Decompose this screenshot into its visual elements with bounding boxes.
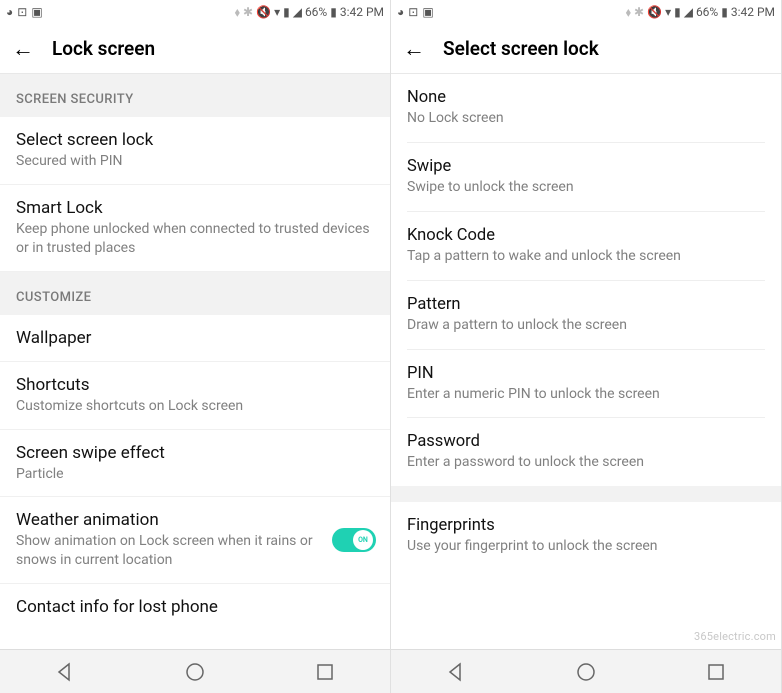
nav-bar — [0, 649, 390, 693]
status-right-icons: ⬧ ✱ 🔇 ▾ ▮ ◢ 66% ▮ 3:42 PM — [235, 5, 384, 20]
battery-icon: ▮ — [721, 5, 728, 19]
message-icon: ⊡ — [408, 5, 418, 19]
item-subtitle: Particle — [16, 465, 374, 484]
watermark: 365electric.com — [694, 630, 776, 643]
item-title: PIN — [407, 364, 765, 383]
item-contact-info[interactable]: Contact info for lost phone — [0, 584, 390, 630]
item-title: Password — [407, 432, 765, 451]
item-title: None — [407, 88, 765, 107]
item-fingerprints[interactable]: Fingerprints Use your fingerprint to unl… — [391, 502, 781, 570]
nav-back-icon[interactable] — [445, 661, 467, 683]
item-knock-code[interactable]: Knock Code Tap a pattern to wake and unl… — [407, 212, 765, 280]
toggle-knob: ON — [353, 530, 373, 550]
item-subtitle: Show animation on Lock screen when it ra… — [16, 532, 320, 570]
phone-left: ◕ ⊡ ▣ ⬧ ✱ 🔇 ▾ ▮ ◢ 66% ▮ 3:42 PM ← Lock s… — [0, 0, 391, 693]
signal-icon: ◢ — [293, 5, 302, 19]
app-bar: ← Lock screen — [0, 24, 390, 74]
item-title: Fingerprints — [407, 516, 765, 535]
status-bar: ◕ ⊡ ▣ ⬧ ✱ 🔇 ▾ ▮ ◢ 66% ▮ 3:42 PM — [0, 0, 390, 24]
item-swipe[interactable]: Swipe Swipe to unlock the screen — [407, 143, 765, 211]
status-right-icons: ⬧ ✱ 🔇 ▾ ▮ ◢ 66% ▮ 3:42 PM — [626, 5, 775, 20]
phone-right: ◕ ⊡ ▣ ⬧ ✱ 🔇 ▾ ▮ ◢ 66% ▮ 3:42 PM ← Select… — [391, 0, 782, 693]
back-icon[interactable]: ← — [12, 36, 34, 62]
item-subtitle: Swipe to unlock the screen — [407, 178, 765, 197]
nav-recent-icon[interactable] — [314, 661, 336, 683]
item-pattern[interactable]: Pattern Draw a pattern to unlock the scr… — [407, 281, 765, 349]
location-icon: ⬧ — [235, 5, 240, 20]
battery-text: 66% — [696, 5, 718, 19]
message-icon: ⊡ — [17, 5, 27, 19]
battery-text: 66% — [305, 5, 327, 19]
nav-home-icon[interactable] — [575, 661, 597, 683]
signal-icon: ◢ — [684, 5, 693, 19]
item-subtitle: Draw a pattern to unlock the screen — [407, 316, 765, 335]
clock-app-icon: ◕ — [397, 5, 404, 19]
data-icon: ▮ — [674, 5, 681, 19]
item-weather-animation[interactable]: Weather animation Show animation on Lock… — [0, 497, 390, 584]
item-subtitle: Tap a pattern to wake and unlock the scr… — [407, 247, 765, 266]
nav-back-icon[interactable] — [54, 661, 76, 683]
location-icon: ⬧ — [626, 5, 631, 20]
toggle-switch[interactable]: ON — [332, 528, 376, 552]
mute-icon: 🔇 — [647, 5, 662, 19]
item-subtitle: Use your fingerprint to unlock the scree… — [407, 537, 765, 556]
item-title: Shortcuts — [16, 375, 374, 395]
nav-home-icon[interactable] — [184, 661, 206, 683]
image-icon: ▣ — [31, 5, 42, 19]
item-title: Knock Code — [407, 226, 765, 245]
settings-list: SCREEN SECURITY Select screen lock Secur… — [0, 74, 390, 649]
item-shortcuts[interactable]: Shortcuts Customize shortcuts on Lock sc… — [0, 362, 390, 430]
item-wallpaper[interactable]: Wallpaper — [0, 315, 390, 362]
app-bar: ← Select screen lock — [391, 24, 781, 74]
back-icon[interactable]: ← — [403, 36, 425, 62]
section-header-customize: CUSTOMIZE — [0, 272, 390, 315]
section-gap — [391, 486, 781, 502]
item-title: Weather animation — [16, 510, 320, 530]
item-none[interactable]: None No Lock screen — [407, 74, 765, 142]
page-title: Select screen lock — [443, 37, 599, 60]
item-title: Contact info for lost phone — [16, 597, 374, 617]
item-subtitle: Enter a numeric PIN to unlock the screen — [407, 385, 765, 404]
status-left-icons: ◕ ⊡ ▣ — [397, 5, 434, 19]
image-icon: ▣ — [422, 5, 433, 19]
data-icon: ▮ — [283, 5, 290, 19]
item-title: Wallpaper — [16, 328, 374, 348]
bluetooth-icon: ✱ — [634, 5, 644, 19]
status-bar: ◕ ⊡ ▣ ⬧ ✱ 🔇 ▾ ▮ ◢ 66% ▮ 3:42 PM — [391, 0, 781, 24]
wifi-icon: ▾ — [274, 5, 280, 19]
wifi-icon: ▾ — [665, 5, 671, 19]
item-title: Pattern — [407, 295, 765, 314]
item-screen-swipe-effect[interactable]: Screen swipe effect Particle — [0, 430, 390, 498]
clock-app-icon: ◕ — [6, 5, 13, 19]
item-subtitle: Customize shortcuts on Lock screen — [16, 397, 374, 416]
nav-recent-icon[interactable] — [705, 661, 727, 683]
item-title: Select screen lock — [16, 130, 374, 150]
mute-icon: 🔇 — [256, 5, 271, 19]
lock-options-list: None No Lock screen Swipe Swipe to unloc… — [391, 74, 781, 649]
clock-text: 3:42 PM — [340, 5, 384, 19]
clock-text: 3:42 PM — [731, 5, 775, 19]
item-title: Swipe — [407, 157, 765, 176]
status-left-icons: ◕ ⊡ ▣ — [6, 5, 43, 19]
item-subtitle: Secured with PIN — [16, 152, 374, 171]
item-subtitle: Keep phone unlocked when connected to tr… — [16, 220, 374, 258]
item-title: Screen swipe effect — [16, 443, 374, 463]
section-header-security: SCREEN SECURITY — [0, 74, 390, 117]
item-smart-lock[interactable]: Smart Lock Keep phone unlocked when conn… — [0, 185, 390, 272]
item-subtitle: Enter a password to unlock the screen — [407, 453, 765, 472]
item-select-screen-lock[interactable]: Select screen lock Secured with PIN — [0, 117, 390, 185]
battery-icon: ▮ — [330, 5, 337, 19]
item-pin[interactable]: PIN Enter a numeric PIN to unlock the sc… — [407, 350, 765, 418]
item-title: Smart Lock — [16, 198, 374, 218]
page-title: Lock screen — [52, 37, 155, 60]
nav-bar — [391, 649, 781, 693]
item-subtitle: No Lock screen — [407, 109, 765, 128]
bluetooth-icon: ✱ — [243, 5, 253, 19]
item-password[interactable]: Password Enter a password to unlock the … — [407, 418, 765, 486]
